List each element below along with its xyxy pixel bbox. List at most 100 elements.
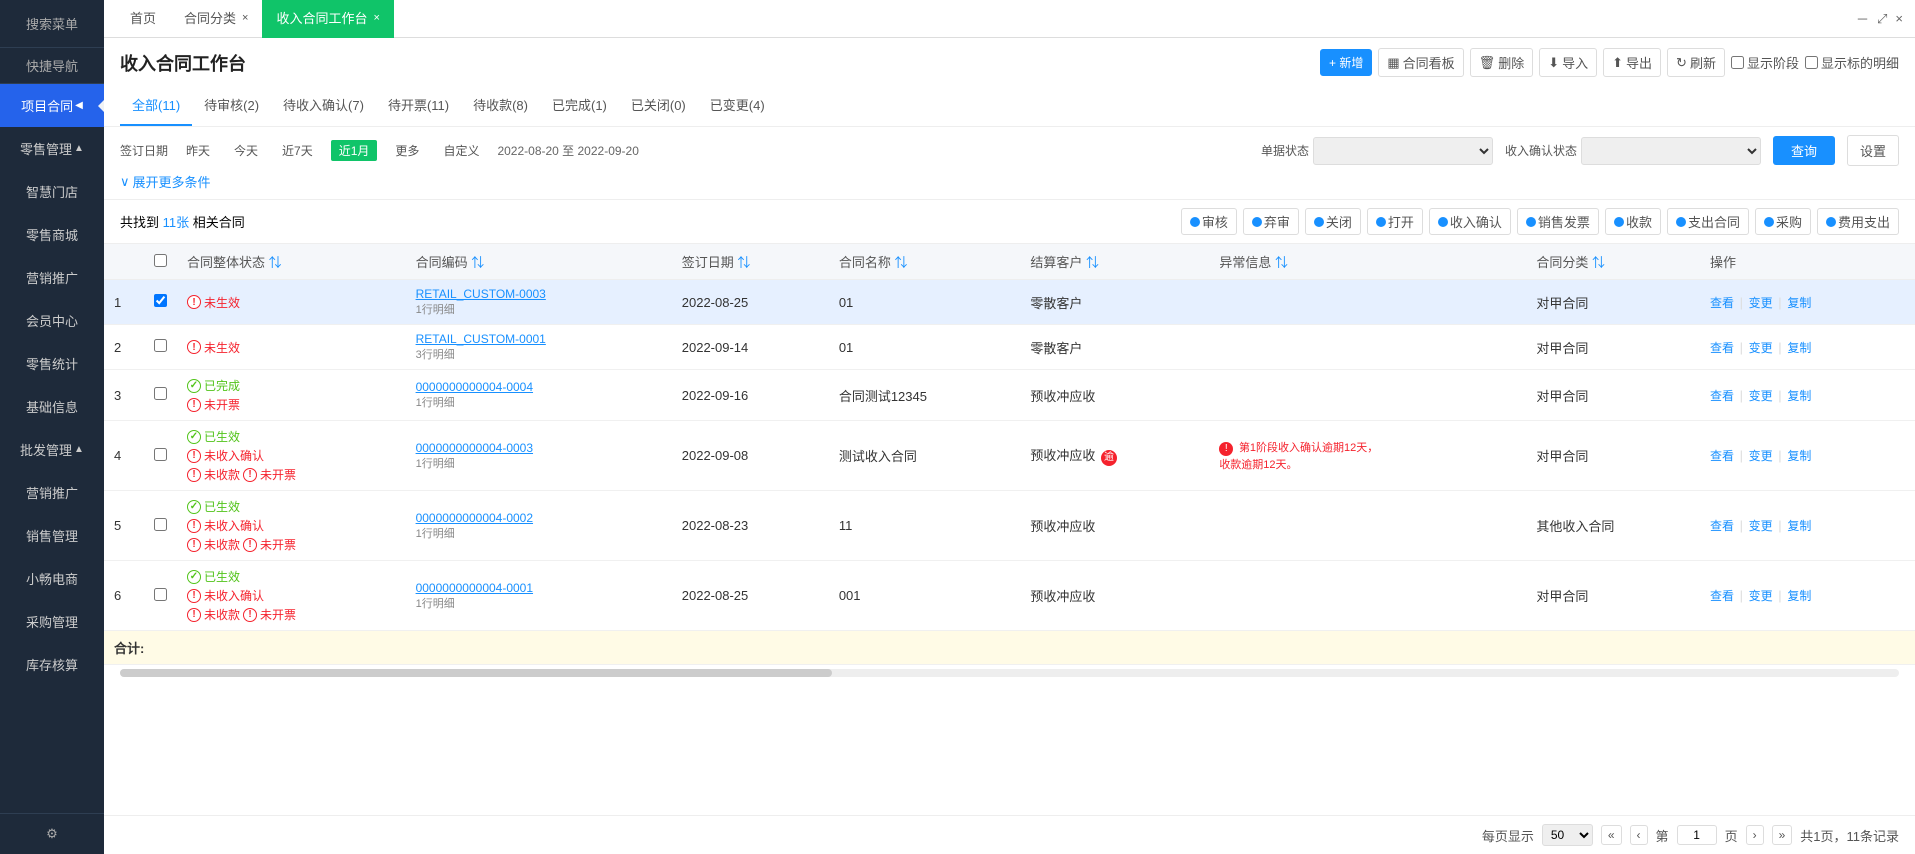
- select-all-checkbox[interactable]: [154, 254, 167, 267]
- filter-tab-all[interactable]: 全部(11): [120, 85, 192, 126]
- sidebar-item-purchase[interactable]: 采购管理: [0, 600, 104, 643]
- delete-button[interactable]: 🗑 删除: [1470, 48, 1534, 77]
- filter-tab-pending-confirm[interactable]: 待收入确认(7): [271, 85, 376, 126]
- page-size-select[interactable]: 50 20 100: [1542, 824, 1593, 846]
- row-checkbox[interactable]: [154, 294, 167, 307]
- contract-board-button[interactable]: ▦ 合同看板: [1378, 48, 1463, 77]
- new-button[interactable]: + 新增: [1320, 49, 1372, 76]
- tab-contract-cat[interactable]: 合同分类 ×: [170, 0, 262, 38]
- row-checkbox[interactable]: [154, 448, 167, 461]
- cell-checkbox[interactable]: [144, 421, 177, 491]
- setting-button[interactable]: 设置: [1847, 135, 1899, 166]
- tab-close-icon[interactable]: ×: [242, 12, 248, 24]
- code-link[interactable]: 0000000000004-0004: [416, 380, 662, 394]
- last-page-btn[interactable]: »: [1772, 825, 1793, 845]
- sidebar-item-base-info[interactable]: 基础信息: [0, 385, 104, 428]
- tab-home[interactable]: 首页: [116, 0, 170, 38]
- cell-checkbox[interactable]: [144, 491, 177, 561]
- income-confirm-btn[interactable]: 收入确认: [1429, 208, 1511, 235]
- next-page-btn[interactable]: ›: [1746, 825, 1764, 845]
- prev-page-btn[interactable]: ‹: [1630, 825, 1648, 845]
- abandon-btn[interactable]: 弃审: [1243, 208, 1299, 235]
- sidebar-item-wholesale[interactable]: 批发管理 ▲: [0, 428, 104, 471]
- export-button[interactable]: ⬆ 导出: [1603, 48, 1661, 77]
- row-checkbox[interactable]: [154, 588, 167, 601]
- sidebar-item-inventory[interactable]: 库存核算: [0, 643, 104, 686]
- edit-btn-2[interactable]: 变更: [1749, 341, 1773, 355]
- edit-btn-4[interactable]: 变更: [1749, 449, 1773, 463]
- copy-btn-5[interactable]: 复制: [1787, 519, 1811, 533]
- edit-btn-5[interactable]: 变更: [1749, 519, 1773, 533]
- copy-btn-4[interactable]: 复制: [1787, 449, 1811, 463]
- cell-checkbox[interactable]: [144, 370, 177, 421]
- row-checkbox[interactable]: [154, 339, 167, 352]
- edit-btn-3[interactable]: 变更: [1749, 389, 1773, 403]
- show-marked-input[interactable]: [1805, 56, 1818, 69]
- row-checkbox[interactable]: [154, 518, 167, 531]
- view-btn-3[interactable]: 查看: [1710, 389, 1734, 403]
- sidebar-item-retail-mall[interactable]: 零售商城: [0, 213, 104, 256]
- code-link[interactable]: 0000000000004-0003: [416, 441, 662, 455]
- maximize-button[interactable]: ⤢: [1877, 11, 1887, 27]
- sidebar-item-sales[interactable]: 销售管理: [0, 514, 104, 557]
- view-btn-6[interactable]: 查看: [1710, 589, 1734, 603]
- doc-status-select[interactable]: [1313, 137, 1493, 165]
- sidebar-search[interactable]: 搜索菜单: [0, 0, 104, 48]
- view-btn-1[interactable]: 查看: [1710, 296, 1734, 310]
- code-link[interactable]: 0000000000004-0001: [416, 581, 662, 595]
- filter-tab-pending-collect[interactable]: 待收款(8): [461, 85, 540, 126]
- view-btn-2[interactable]: 查看: [1710, 341, 1734, 355]
- code-link[interactable]: RETAIL_CUSTOM-0003: [416, 287, 662, 301]
- first-page-btn[interactable]: «: [1601, 825, 1622, 845]
- payout-contract-btn[interactable]: 支出合同: [1667, 208, 1749, 235]
- custom-btn[interactable]: 自定义: [437, 140, 485, 161]
- view-btn-5[interactable]: 查看: [1710, 519, 1734, 533]
- filter-tab-closed[interactable]: 已关闭(0): [619, 85, 698, 126]
- sidebar-item-retail-mgmt[interactable]: 零售管理 ▲: [0, 127, 104, 170]
- expand-conditions[interactable]: ∨ 展开更多条件: [120, 172, 211, 191]
- refresh-button[interactable]: ↻ 刷新: [1667, 48, 1725, 77]
- cell-checkbox[interactable]: [144, 561, 177, 631]
- copy-btn-3[interactable]: 复制: [1787, 389, 1811, 403]
- collect-btn[interactable]: 收款: [1605, 208, 1661, 235]
- filter-tab-completed[interactable]: 已完成(1): [540, 85, 619, 126]
- close-button[interactable]: ×: [1895, 11, 1903, 26]
- code-link[interactable]: RETAIL_CUSTOM-0001: [416, 332, 662, 346]
- sidebar-nav[interactable]: 快捷导航: [0, 48, 104, 84]
- close-btn[interactable]: 关闭: [1305, 208, 1361, 235]
- copy-btn-1[interactable]: 复制: [1787, 296, 1811, 310]
- today-btn[interactable]: 今天: [228, 140, 264, 161]
- sidebar-item-project[interactable]: 项目合同 ◀: [0, 84, 104, 127]
- sidebar-item-member[interactable]: 会员中心: [0, 299, 104, 342]
- show-marked-checkbox[interactable]: 显示标的明细: [1805, 53, 1899, 72]
- import-button[interactable]: ⬇ 导入: [1539, 48, 1597, 77]
- sidebar-item-marketing[interactable]: 营销推广: [0, 256, 104, 299]
- sidebar-item-marketing2[interactable]: 营销推广: [0, 471, 104, 514]
- code-link[interactable]: 0000000000004-0002: [416, 511, 662, 525]
- filter-tab-pending-audit[interactable]: 待审核(2): [192, 85, 271, 126]
- filter-tab-changed[interactable]: 已变更(4): [698, 85, 777, 126]
- filter-tab-pending-invoice[interactable]: 待开票(11): [376, 85, 461, 126]
- tab-close-icon2[interactable]: ×: [373, 12, 379, 24]
- last7-btn[interactable]: 近7天: [276, 140, 319, 161]
- sidebar-item-retail-stat[interactable]: 零售统计: [0, 342, 104, 385]
- edit-btn-6[interactable]: 变更: [1749, 589, 1773, 603]
- view-btn-4[interactable]: 查看: [1710, 449, 1734, 463]
- sidebar-settings[interactable]: ⚙: [0, 813, 104, 854]
- yesterday-btn[interactable]: 昨天: [180, 140, 216, 161]
- minimize-button[interactable]: －: [1856, 9, 1869, 28]
- tab-income-workbench[interactable]: 收入合同工作台 ×: [262, 0, 393, 38]
- income-confirm-select[interactable]: [1581, 137, 1761, 165]
- more-btn[interactable]: 更多: [389, 140, 425, 161]
- audit-btn[interactable]: 审核: [1181, 208, 1237, 235]
- show-stage-input[interactable]: [1731, 56, 1744, 69]
- sidebar-item-smart-store[interactable]: 智慧门店: [0, 170, 104, 213]
- sales-invoice-btn[interactable]: 销售发票: [1517, 208, 1599, 235]
- show-stage-checkbox[interactable]: 显示阶段: [1731, 53, 1799, 72]
- scroll-thumb[interactable]: [120, 669, 832, 677]
- current-page-input[interactable]: [1677, 825, 1717, 845]
- last1month-btn[interactable]: 近1月: [331, 140, 378, 161]
- copy-btn-2[interactable]: 复制: [1787, 341, 1811, 355]
- edit-btn-1[interactable]: 变更: [1749, 296, 1773, 310]
- row-checkbox[interactable]: [154, 387, 167, 400]
